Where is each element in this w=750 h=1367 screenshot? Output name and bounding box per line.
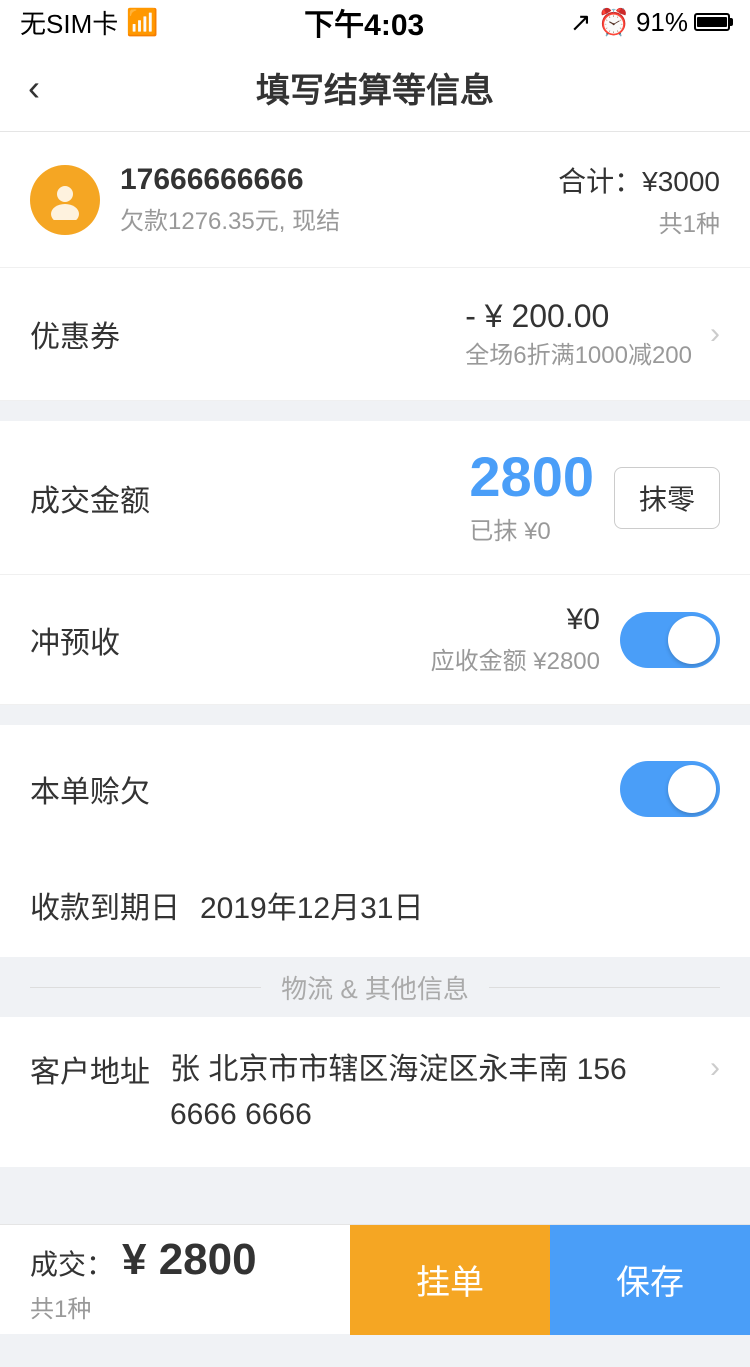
status-right: ↗ ⏰ 91% bbox=[570, 7, 730, 38]
back-button[interactable]: ‹ bbox=[28, 67, 40, 109]
amount-sub: 已抹 ¥0 bbox=[469, 511, 594, 546]
user-details: 17666666666 欠款1276.35元, 现结 bbox=[120, 163, 340, 236]
due-date-value: 2019年12月31日 bbox=[200, 883, 423, 927]
prepay-row: 冲预收 ¥0 应收金额 ¥2800 bbox=[0, 575, 750, 705]
address-value: 张 北京市市辖区海淀区永丰南 156 6666 6666 bbox=[170, 1047, 690, 1137]
footer-amount-row: 成交： ¥ 2800 bbox=[30, 1235, 320, 1285]
debt-row: 本单赊欠 bbox=[0, 725, 750, 853]
section-divider-2 bbox=[0, 705, 750, 725]
amount-row: 成交金额 2800 已抹 ¥0 抹零 bbox=[0, 421, 750, 575]
alarm-icon: ⏰ bbox=[598, 7, 630, 38]
status-time: 下午4:03 bbox=[304, 0, 424, 44]
location-icon: ↗ bbox=[570, 7, 592, 38]
prepay-main-value: ¥0 bbox=[431, 603, 600, 637]
carrier-text: 无SIM卡 bbox=[20, 4, 118, 41]
prepay-sub-value: 应收金额 ¥2800 bbox=[431, 641, 600, 676]
status-bar: 无SIM卡 📶 下午4:03 ↗ ⏰ 91% bbox=[0, 0, 750, 44]
user-total-section: 合计：¥3000 共1种 bbox=[558, 160, 720, 239]
footer: 成交： ¥ 2800 共1种 挂单 保存 bbox=[0, 1224, 750, 1334]
chevron-right-icon: › bbox=[710, 317, 720, 351]
prepay-toggle[interactable] bbox=[620, 612, 720, 668]
user-info-card: 17666666666 欠款1276.35元, 现结 合计：¥3000 共1种 … bbox=[0, 132, 750, 401]
footer-label: 成交： bbox=[30, 1243, 114, 1283]
prepay-right: ¥0 应收金额 ¥2800 bbox=[431, 603, 720, 676]
amount-value: 2800 bbox=[469, 449, 594, 505]
save-button[interactable]: 保存 bbox=[550, 1225, 750, 1335]
hang-order-button[interactable]: 挂单 bbox=[350, 1225, 550, 1335]
section-divider-1 bbox=[0, 401, 750, 421]
battery-percent: 91% bbox=[636, 7, 688, 38]
coupon-detail: 全场6折满1000减200 bbox=[465, 335, 692, 370]
coupon-right: - ¥ 200.00 全场6折满1000减200 › bbox=[465, 298, 720, 370]
toggle-knob bbox=[668, 616, 716, 664]
avatar bbox=[30, 165, 100, 235]
user-left: 17666666666 欠款1276.35元, 现结 bbox=[30, 163, 340, 236]
item-count: 共1种 bbox=[558, 204, 720, 239]
coupon-info: - ¥ 200.00 全场6折满1000减200 bbox=[465, 298, 692, 370]
amount-right: 2800 已抹 ¥0 抹零 bbox=[469, 449, 720, 546]
footer-sub: 共1种 bbox=[30, 1289, 320, 1324]
page-title: 填写结算等信息 bbox=[256, 63, 494, 112]
footer-amount: ¥ 2800 bbox=[122, 1235, 257, 1285]
coupon-label: 优惠券 bbox=[30, 312, 120, 356]
due-date-label: 收款到期日 bbox=[30, 883, 180, 927]
address-chevron-icon: › bbox=[710, 1051, 720, 1085]
logistics-divider: 物流 & 其他信息 bbox=[0, 957, 750, 1017]
wifi-icon: 📶 bbox=[126, 7, 158, 38]
user-phone: 17666666666 bbox=[120, 163, 340, 197]
address-row[interactable]: 客户地址 张 北京市市辖区海淀区永丰南 156 6666 6666 › bbox=[0, 1017, 750, 1167]
amount-label: 成交金额 bbox=[30, 476, 150, 520]
total-amount: 合计：¥3000 bbox=[558, 160, 720, 200]
content-area: 17666666666 欠款1276.35元, 现结 合计：¥3000 共1种 … bbox=[0, 132, 750, 1367]
debt-label: 本单赊欠 bbox=[30, 767, 150, 811]
debt-toggle-knob bbox=[668, 765, 716, 813]
nav-bar: ‹ 填写结算等信息 bbox=[0, 44, 750, 132]
user-sub-text: 欠款1276.35元, 现结 bbox=[120, 201, 340, 236]
debt-toggle[interactable] bbox=[620, 761, 720, 817]
footer-info: 成交： ¥ 2800 共1种 bbox=[0, 1235, 350, 1324]
battery-icon bbox=[694, 13, 730, 31]
round-zero-button[interactable]: 抹零 bbox=[614, 467, 720, 529]
coupon-discount: - ¥ 200.00 bbox=[465, 298, 692, 335]
amount-info: 2800 已抹 ¥0 bbox=[469, 449, 594, 546]
amount-section: 成交金额 2800 已抹 ¥0 抹零 冲预收 ¥0 应收金额 ¥2800 bbox=[0, 421, 750, 705]
coupon-row[interactable]: 优惠券 - ¥ 200.00 全场6折满1000减200 › bbox=[0, 268, 750, 401]
due-date-row: 收款到期日 2019年12月31日 bbox=[0, 853, 750, 957]
debt-card: 本单赊欠 收款到期日 2019年12月31日 bbox=[0, 725, 750, 957]
prepay-values: ¥0 应收金额 ¥2800 bbox=[431, 603, 600, 676]
status-left: 无SIM卡 📶 bbox=[20, 4, 159, 41]
address-label: 客户地址 bbox=[30, 1047, 150, 1091]
prepay-label: 冲预收 bbox=[30, 618, 120, 662]
logistics-label: 物流 & 其他信息 bbox=[261, 969, 489, 1006]
user-info-row: 17666666666 欠款1276.35元, 现结 合计：¥3000 共1种 bbox=[0, 132, 750, 268]
